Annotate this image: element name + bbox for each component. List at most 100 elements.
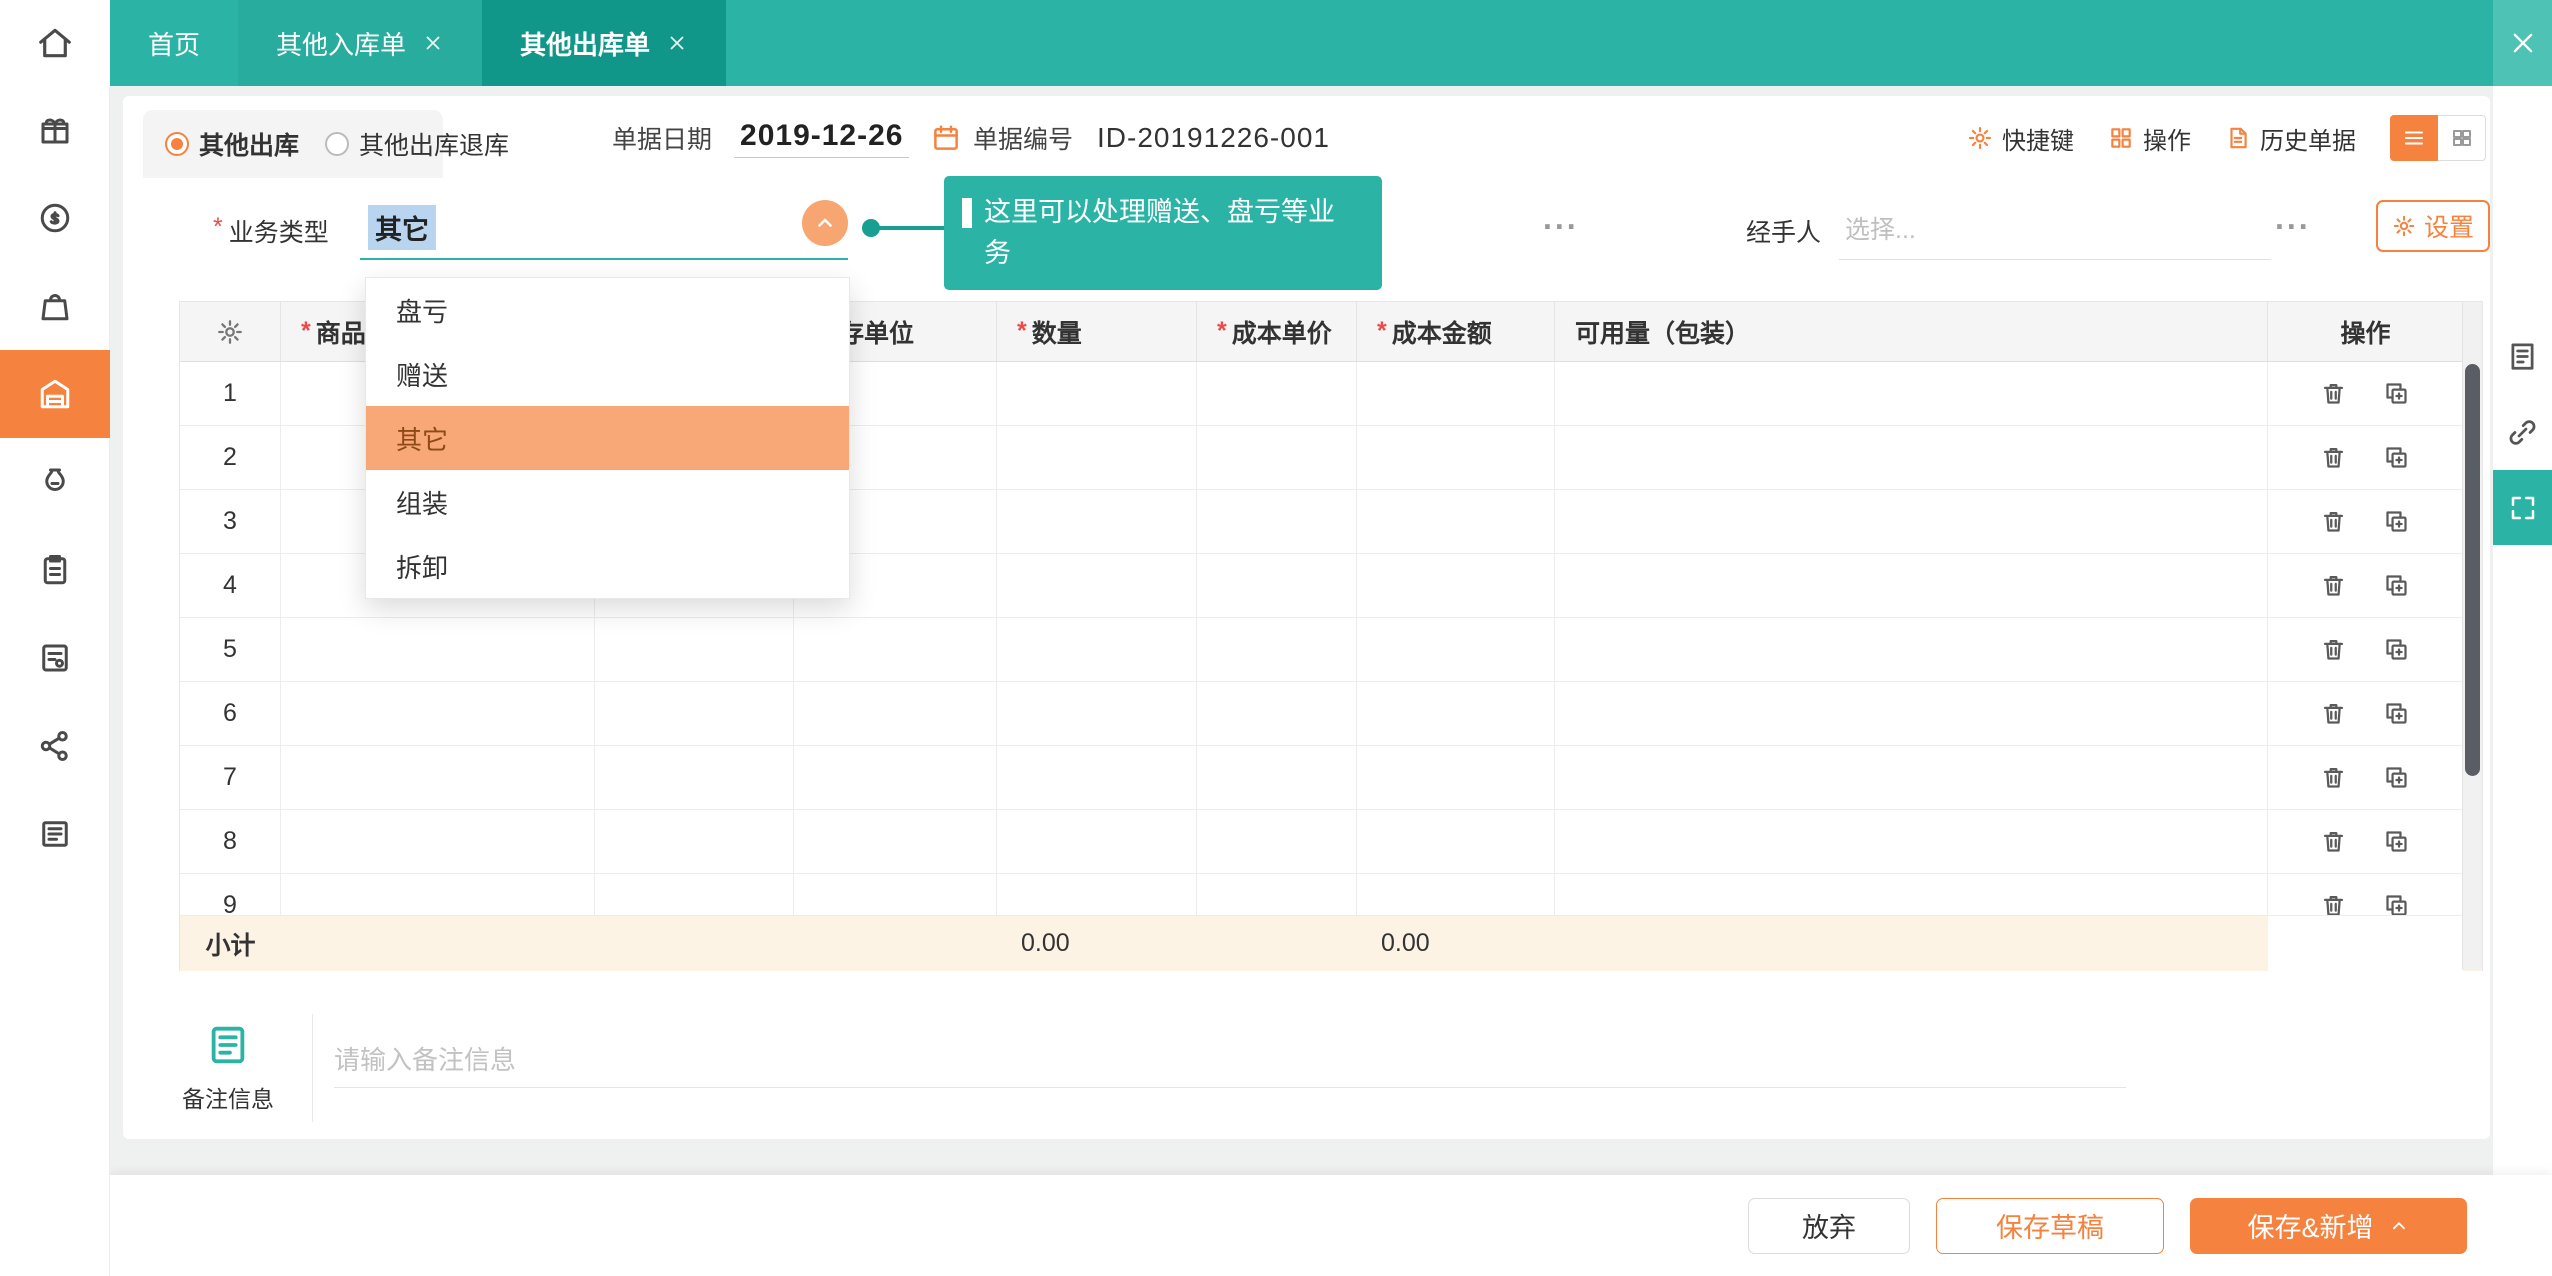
sidebar-item-purchase[interactable]: [0, 262, 110, 350]
sidebar-item-news[interactable]: [0, 790, 110, 878]
delete-row-button[interactable]: [2320, 764, 2347, 791]
handler-select-input[interactable]: 选择...: [1839, 196, 2271, 260]
delete-row-button[interactable]: [2320, 380, 2347, 407]
cell-unit-cost[interactable]: [1197, 682, 1357, 746]
column-settings-header[interactable]: [180, 302, 281, 362]
copy-row-button[interactable]: [2383, 508, 2410, 535]
delete-row-button[interactable]: [2320, 572, 2347, 599]
delete-row-button[interactable]: [2320, 892, 2347, 915]
cell-unit-cost[interactable]: [1197, 490, 1357, 554]
tab-home[interactable]: 首页: [110, 0, 238, 86]
sidebar-item-funds[interactable]: [0, 438, 110, 526]
cell-available-qty[interactable]: [1555, 618, 2268, 682]
cell-cost-amount[interactable]: [1357, 618, 1555, 682]
dropdown-item-gift[interactable]: 赠送: [366, 342, 849, 406]
cell-product[interactable]: [281, 810, 595, 874]
sidebar-item-money[interactable]: [0, 174, 110, 262]
tab-close-icon[interactable]: [666, 32, 688, 54]
sidebar-item-warehouse[interactable]: [0, 350, 110, 438]
card-view-toggle[interactable]: [2438, 115, 2486, 161]
cell-stock-unit[interactable]: [794, 682, 997, 746]
copy-row-button[interactable]: [2383, 444, 2410, 471]
cell-available-qty[interactable]: [1555, 362, 2268, 426]
tab-other-outbound[interactable]: 其他出库单: [482, 0, 727, 86]
cell-cost-amount[interactable]: [1357, 874, 1555, 915]
delete-row-button[interactable]: [2320, 444, 2347, 471]
radio-other-outbound[interactable]: 其他出库: [165, 126, 299, 162]
cell-quantity[interactable]: [997, 554, 1197, 618]
cell-cost-amount[interactable]: [1357, 426, 1555, 490]
copy-row-button[interactable]: [2383, 380, 2410, 407]
cell-product[interactable]: [281, 874, 595, 915]
cell-available-qty[interactable]: [1555, 810, 2268, 874]
cell-unit-cost[interactable]: [1197, 618, 1357, 682]
cell-cost-amount[interactable]: [1357, 682, 1555, 746]
doc-date-value[interactable]: 2019-12-26: [734, 119, 910, 158]
settings-button[interactable]: 设置: [2376, 200, 2490, 252]
copy-row-button[interactable]: [2383, 572, 2410, 599]
cell-stock-unit[interactable]: [794, 746, 997, 810]
business-type-more-button[interactable]: ...: [1543, 200, 1579, 237]
cell-product[interactable]: [281, 746, 595, 810]
sidebar-item-gift[interactable]: [0, 86, 110, 174]
copy-row-button[interactable]: [2383, 700, 2410, 727]
table-scrollbar-track[interactable]: [2462, 302, 2482, 970]
copy-row-button[interactable]: [2383, 636, 2410, 663]
calendar-icon[interactable]: [931, 123, 961, 153]
sidebar-item-reports[interactable]: [0, 614, 110, 702]
handler-more-button[interactable]: ...: [2275, 200, 2311, 237]
delete-row-button[interactable]: [2320, 700, 2347, 727]
cell-cost-amount[interactable]: [1357, 810, 1555, 874]
cell-stock-unit[interactable]: [794, 618, 997, 682]
copy-row-button[interactable]: [2383, 828, 2410, 855]
copy-row-button[interactable]: [2383, 764, 2410, 791]
cancel-button[interactable]: 放弃: [1748, 1197, 1910, 1254]
cell-unit-cost[interactable]: [1197, 554, 1357, 618]
home-corner-button[interactable]: [0, 0, 110, 86]
dropdown-item-assembly[interactable]: 组装: [366, 470, 849, 534]
cell-available-qty[interactable]: [1555, 874, 2268, 915]
cell-product[interactable]: [281, 682, 595, 746]
cell-hidden[interactable]: [595, 682, 794, 746]
link-icon[interactable]: [2506, 416, 2539, 449]
cell-quantity[interactable]: [997, 426, 1197, 490]
cell-cost-amount[interactable]: [1357, 746, 1555, 810]
cell-hidden[interactable]: [595, 618, 794, 682]
cell-unit-cost[interactable]: [1197, 426, 1357, 490]
cell-cost-amount[interactable]: [1357, 490, 1555, 554]
cell-available-qty[interactable]: [1555, 682, 2268, 746]
history-docs-button[interactable]: 历史单据: [2225, 121, 2356, 156]
dropdown-item-inventory-loss[interactable]: 盘亏: [366, 278, 849, 342]
sidebar-item-share[interactable]: [0, 702, 110, 790]
collapse-dropdown-button[interactable]: [802, 200, 848, 246]
tab-close-icon[interactable]: [422, 32, 444, 54]
cell-stock-unit[interactable]: [794, 810, 997, 874]
copy-row-button[interactable]: [2383, 892, 2410, 915]
business-type-input[interactable]: 其它: [360, 196, 848, 260]
cell-stock-unit[interactable]: [794, 874, 997, 915]
cell-quantity[interactable]: [997, 682, 1197, 746]
cell-quantity[interactable]: [997, 810, 1197, 874]
cell-hidden[interactable]: [595, 746, 794, 810]
cell-available-qty[interactable]: [1555, 746, 2268, 810]
cell-cost-amount[interactable]: [1357, 554, 1555, 618]
cell-quantity[interactable]: [997, 490, 1197, 554]
cell-hidden[interactable]: [595, 874, 794, 915]
remark-input[interactable]: 请输入备注信息: [334, 1030, 2126, 1088]
table-scrollbar-thumb[interactable]: [2465, 364, 2480, 776]
cell-product[interactable]: [281, 618, 595, 682]
cell-quantity[interactable]: [997, 746, 1197, 810]
expand-panel-button[interactable]: [2493, 470, 2552, 545]
list-view-toggle[interactable]: [2390, 115, 2438, 161]
cell-quantity[interactable]: [997, 874, 1197, 915]
operations-button[interactable]: 操作: [2108, 121, 2191, 156]
save-and-new-button[interactable]: 保存&新增: [2190, 1197, 2467, 1254]
delete-row-button[interactable]: [2320, 828, 2347, 855]
cell-unit-cost[interactable]: [1197, 810, 1357, 874]
save-draft-button[interactable]: 保存草稿: [1936, 1197, 2164, 1254]
shortcut-keys-button[interactable]: 快捷键: [1967, 121, 2074, 156]
dropdown-item-disassembly[interactable]: 拆卸: [366, 534, 849, 598]
cell-quantity[interactable]: [997, 362, 1197, 426]
cell-unit-cost[interactable]: [1197, 746, 1357, 810]
delete-row-button[interactable]: [2320, 508, 2347, 535]
